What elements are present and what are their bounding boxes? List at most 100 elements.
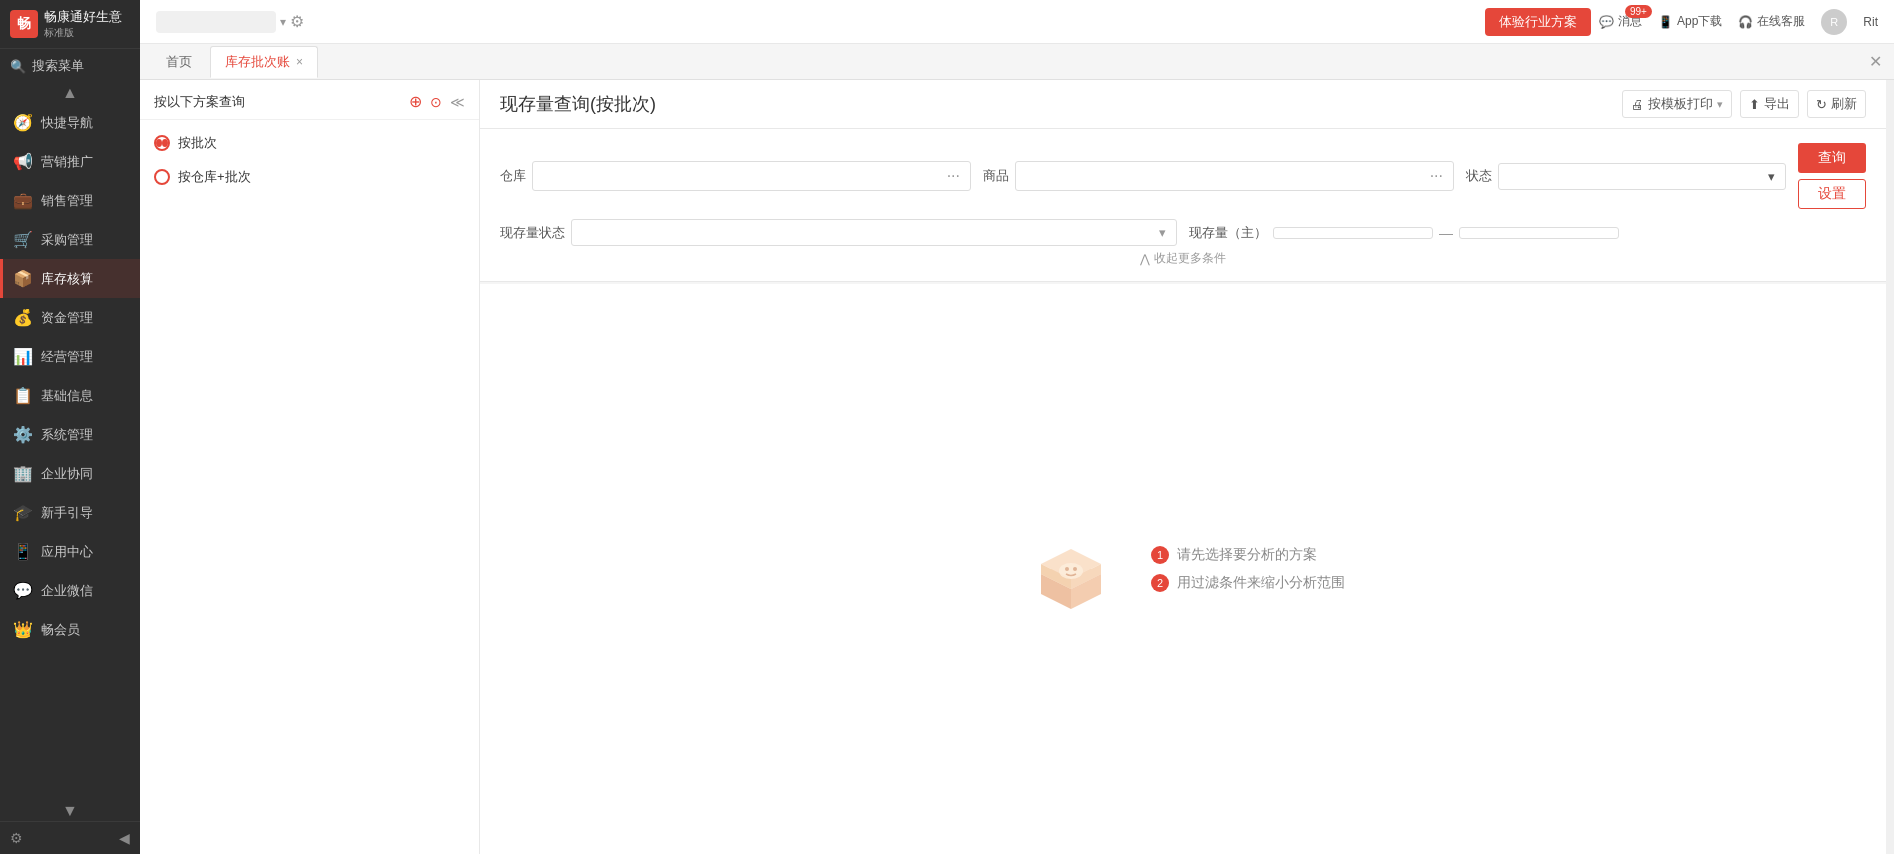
sidebar-item-wechat[interactable]: 💬 企业微信 (0, 571, 140, 610)
tabbar: 首页 库存批次账 × ✕ (140, 44, 1894, 80)
status-select[interactable]: ▾ (1498, 163, 1786, 190)
app-title: 畅康通好生意 (44, 8, 122, 26)
filter-panel: 按以下方案查询 ⊕ ⊙ ≪ 按批次 按仓库+批次 (140, 80, 480, 854)
stock-status-field: 现存量状态 ▾ (500, 219, 1177, 246)
sidebar-item-label: 采购管理 (41, 231, 93, 249)
filter-panel-header: 按以下方案查询 ⊕ ⊙ ≪ (140, 80, 479, 120)
print-btn[interactable]: 🖨 按模板打印 ▾ (1622, 90, 1732, 118)
empty-tips: 1 请先选择要分析的方案 2 用过滤条件来缩小分析范围 (1151, 546, 1345, 592)
tab-close-btn[interactable]: × (296, 55, 303, 69)
right-scrollbar[interactable] (1886, 80, 1894, 854)
filter-item-by-warehouse-batch[interactable]: 按仓库+批次 (140, 160, 479, 194)
sidebar-search-label: 搜索菜单 (32, 57, 84, 75)
sales-icon: 💼 (13, 191, 33, 210)
empty-state: 1 请先选择要分析的方案 2 用过滤条件来缩小分析范围 (480, 284, 1886, 854)
main: ▾ ⚙ 体验行业方案 💬 消息 99+ 📱 App下载 🎧 在线客服 R Rit (140, 0, 1894, 854)
trial-btn[interactable]: 体验行业方案 (1485, 8, 1591, 36)
warehouse-input[interactable]: ··· (532, 161, 971, 191)
tip-num-2: 2 (1151, 574, 1169, 592)
action-buttons: 查询 设置 (1798, 143, 1866, 209)
topbar-service[interactable]: 🎧 在线客服 (1738, 13, 1805, 30)
page-header-actions: 🖨 按模板打印 ▾ ⬆ 导出 ↻ 刷新 (1622, 90, 1866, 118)
topbar-right: 💬 消息 99+ 📱 App下载 🎧 在线客服 R Rit (1599, 9, 1878, 35)
collapse-more-btn[interactable]: ⋀ 收起更多条件 (500, 246, 1866, 271)
sidebar-item-system[interactable]: ⚙️ 系统管理 (0, 415, 140, 454)
sidebar-item-enterprise[interactable]: 🏢 企业协同 (0, 454, 140, 493)
search-row-2: 现存量状态 ▾ 现存量（主） — (500, 219, 1866, 246)
sidebar-item-label: 基础信息 (41, 387, 93, 405)
stock-status-chevron-icon: ▾ (1159, 225, 1166, 240)
stock-status-select[interactable]: ▾ (571, 219, 1177, 246)
sidebar-item-label: 销售管理 (41, 192, 93, 210)
export-btn[interactable]: ⬆ 导出 (1740, 90, 1799, 118)
query-btn[interactable]: 查询 (1798, 143, 1866, 173)
tabbar-close-right-icon[interactable]: ✕ (1869, 52, 1882, 71)
stock-amount-to[interactable] (1459, 227, 1619, 239)
tab-home[interactable]: 首页 (152, 47, 206, 77)
sidebar-item-apps[interactable]: 📱 应用中心 (0, 532, 140, 571)
warehouse-more-icon[interactable]: ··· (947, 167, 960, 185)
topbar-app[interactable]: 📱 App下载 (1658, 13, 1722, 30)
sidebar-item-label: 经营管理 (41, 348, 93, 366)
sidebar-settings-icon[interactable]: ⚙ (10, 830, 23, 846)
sidebar-collapse-icon[interactable]: ◀ (119, 830, 130, 846)
enterprise-icon: 🏢 (13, 464, 33, 483)
main-area: 现存量查询(按批次) 🖨 按模板打印 ▾ ⬆ 导出 ↻ 刷新 (480, 80, 1886, 854)
sidebar-item-label: 系统管理 (41, 426, 93, 444)
settings-btn[interactable]: 设置 (1798, 179, 1866, 209)
svg-point-8 (1073, 567, 1077, 571)
sidebar-item-quick-nav[interactable]: 🧭 快捷导航 (0, 103, 140, 142)
search-row-1: 仓库 ··· 商品 ··· 状态 (500, 143, 1866, 209)
search-icon: 🔍 (10, 59, 26, 74)
newbie-icon: 🎓 (13, 503, 33, 522)
filter-add-icon[interactable]: ⊕ (409, 92, 422, 111)
sidebar-item-label: 应用中心 (41, 543, 93, 561)
filter-settings-icon[interactable]: ⊙ (430, 94, 442, 110)
sidebar-item-basics[interactable]: 📋 基础信息 (0, 376, 140, 415)
sidebar-item-member[interactable]: 👑 畅会员 (0, 610, 140, 649)
filter-item-by-batch[interactable]: 按批次 (140, 126, 479, 160)
filter-item-by-batch-label: 按批次 (178, 134, 217, 152)
stock-amount-from[interactable] (1273, 227, 1433, 239)
quick-nav-icon: 🧭 (13, 113, 33, 132)
topbar-chevron-icon[interactable]: ▾ (280, 15, 286, 29)
stock-amount-field: 现存量（主） — (1189, 224, 1866, 242)
sidebar-scroll-up[interactable]: ▲ (0, 83, 140, 103)
page-header: 现存量查询(按批次) 🖨 按模板打印 ▾ ⬆ 导出 ↻ 刷新 (480, 80, 1886, 129)
topbar-search-input[interactable] (156, 11, 276, 33)
topbar-username: Rit (1863, 15, 1878, 29)
refresh-icon: ↻ (1816, 97, 1827, 112)
sidebar-item-sales[interactable]: 💼 销售管理 (0, 181, 140, 220)
sidebar-search[interactable]: 🔍 搜索菜单 (0, 49, 140, 83)
status-field: 状态 ▾ (1466, 163, 1786, 190)
sidebar-item-purchase[interactable]: 🛒 采购管理 (0, 220, 140, 259)
message-icon: 💬 (1599, 15, 1614, 29)
svg-point-7 (1065, 567, 1069, 571)
refresh-btn[interactable]: ↻ 刷新 (1807, 90, 1866, 118)
sidebar-item-label: 新手引导 (41, 504, 93, 522)
product-input[interactable]: ··· (1015, 161, 1454, 191)
avatar[interactable]: R (1821, 9, 1847, 35)
radio-inner (156, 139, 162, 147)
sidebar-item-operations[interactable]: 📊 经营管理 (0, 337, 140, 376)
sidebar-scroll-down[interactable]: ▼ (0, 801, 140, 821)
sidebar-item-label: 营销推广 (41, 153, 93, 171)
empty-tip-2: 2 用过滤条件来缩小分析范围 (1151, 574, 1345, 592)
sidebar-item-newbie[interactable]: 🎓 新手引导 (0, 493, 140, 532)
filter-panel-collapse-icon[interactable]: ≪ (450, 94, 465, 110)
print-dropdown-icon[interactable]: ▾ (1717, 98, 1723, 111)
avatar-initial: R (1830, 16, 1838, 28)
sidebar-item-inventory[interactable]: 📦 库存核算 (0, 259, 140, 298)
topbar-msg[interactable]: 💬 消息 99+ (1599, 13, 1642, 30)
tab-inventory-batch[interactable]: 库存批次账 × (210, 46, 318, 78)
topbar-gear-icon[interactable]: ⚙ (290, 12, 304, 31)
product-more-icon[interactable]: ··· (1430, 167, 1443, 185)
system-icon: ⚙️ (13, 425, 33, 444)
sidebar-item-marketing[interactable]: 📢 营销推广 (0, 142, 140, 181)
breadcrumb-area: ▾ ⚙ (156, 11, 1477, 33)
sidebar-item-finance[interactable]: 💰 资金管理 (0, 298, 140, 337)
topbar: ▾ ⚙ 体验行业方案 💬 消息 99+ 📱 App下载 🎧 在线客服 R Rit (140, 0, 1894, 44)
sidebar: 畅 畅康通好生意 标准版 🔍 搜索菜单 ▲ 🧭 快捷导航 📢 营销推广 💼 销售… (0, 0, 140, 854)
stock-status-label: 现存量状态 (500, 224, 565, 242)
warehouse-label: 仓库 (500, 167, 526, 185)
